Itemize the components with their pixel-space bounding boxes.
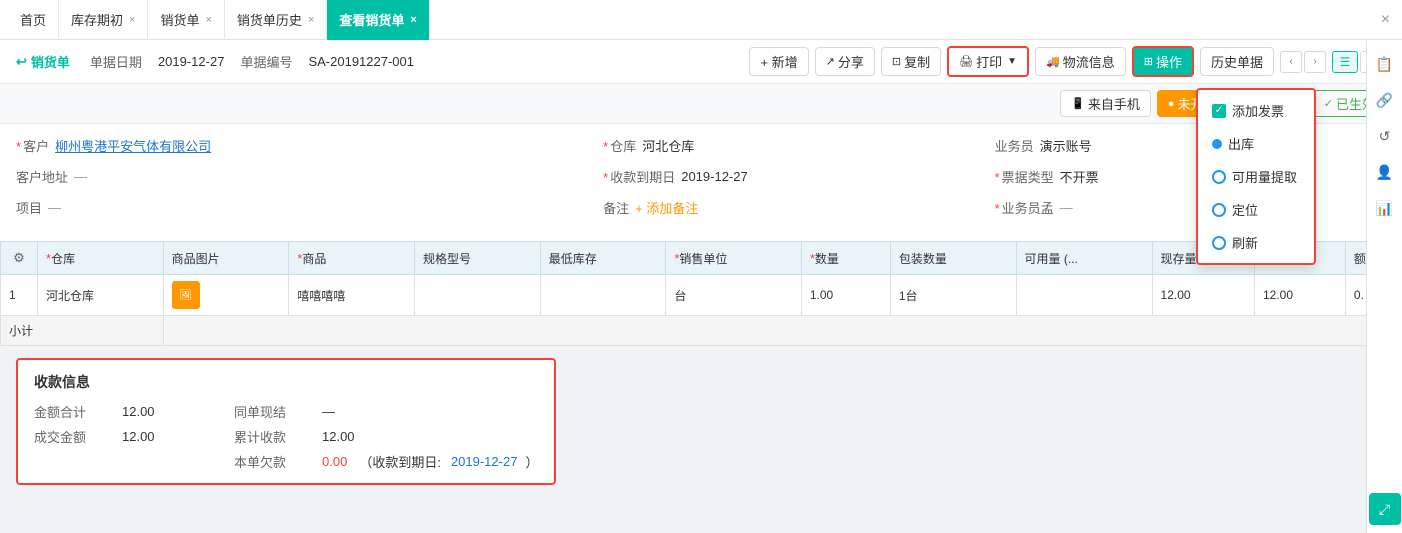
cell-available <box>1016 275 1152 316</box>
cell-spec <box>415 275 541 316</box>
window-close-button[interactable]: × <box>1381 11 1390 29</box>
payment-grid: 金额合计 12.00 同单现结 — 成交金额 12.00 累计收款 12.00 <box>34 402 538 471</box>
table-row: 1 河北仓库 🖼 嘻嘻嘻嘻 台 1.00 1台 12.00 12.00 0. <box>1 275 1402 316</box>
sales-staff-field: 业务员孟 — <box>995 198 1386 217</box>
col-warehouse: *仓库 <box>38 242 164 275</box>
form-row-2: 客户地址 — 收款到期日 2019-12-27 票据类型 不开票 <box>16 167 1386 186</box>
payment-section: 收款信息 金额合计 12.00 同单现结 — 成交金额 12.00 累计收款 1… <box>0 346 1402 493</box>
close-history-tab[interactable]: × <box>308 14 314 26</box>
col-quantity: *数量 <box>801 242 890 275</box>
operate-button[interactable]: ⊞ 操作 <box>1132 46 1194 77</box>
close-inventory-tab[interactable]: × <box>129 14 135 26</box>
form-row-1: 客户 柳州粤港平安气体有限公司 仓库 河北仓库 业务员 演示账号 <box>16 136 1386 155</box>
add-note-button[interactable]: + 添加备注 <box>635 198 698 217</box>
dropdown-out-warehouse[interactable]: 出库 <box>1198 127 1314 160</box>
col-pack-qty: 包装数量 <box>890 242 1016 275</box>
tab-view-sales[interactable]: 查看销货单 × <box>327 0 429 40</box>
cell-stock: 12.00 <box>1152 275 1254 316</box>
cell-warehouse: 河北仓库 <box>38 275 164 316</box>
col-product: *商品 <box>289 242 415 275</box>
new-button[interactable]: + 新增 <box>749 47 808 76</box>
product-image: 🖼 <box>172 281 200 309</box>
subtotal-row: 小计 <box>1 316 1402 346</box>
col-gear: ⚙ <box>1 242 38 275</box>
project-field: 项目 — <box>16 198 603 217</box>
cell-product-img: 🖼 <box>163 275 289 316</box>
circle-icon-2 <box>1212 203 1226 217</box>
sidebar-expand-icon[interactable]: ⤢ <box>1369 493 1401 525</box>
sidebar-chart-icon[interactable]: 📊 <box>1369 192 1401 224</box>
history-button[interactable]: 历史单据 <box>1200 47 1274 76</box>
sidebar-clipboard-icon[interactable]: 📋 <box>1369 48 1401 80</box>
tab-sales-history[interactable]: 销货单历史 × <box>225 0 327 40</box>
col-product-img: 商品图片 <box>163 242 289 275</box>
operate-dropdown: ✓ 添加发票 出库 可用量提取 定位 刷新 <box>1196 88 1316 265</box>
subtotal-values <box>163 316 1401 346</box>
cell-unit-price: 12.00 <box>1254 275 1345 316</box>
col-sales-unit: *销售单位 <box>666 242 801 275</box>
dropdown-refresh[interactable]: 刷新 <box>1198 226 1314 259</box>
pay-row-settle: 同单现结 — <box>234 402 538 421</box>
pay-row-collected: 累计收款 12.00 <box>234 427 538 446</box>
cell-sales-unit: 台 <box>666 275 801 316</box>
product-table: ⚙ *仓库 商品图片 *商品 规格型号 最低库存 *销售单位 *数量 包装数量 … <box>0 241 1402 346</box>
right-sidebar: 📋 🔗 ↺ 👤 📊 ⤢ <box>1366 40 1402 533</box>
print-button[interactable]: 🖨 打印 ▼ <box>947 46 1029 77</box>
pay-row-total: 金额合计 12.00 <box>34 402 234 421</box>
nav-arrows: ‹ › <box>1280 51 1326 73</box>
circle-icon-3 <box>1212 236 1226 250</box>
logistics-button[interactable]: 🚚 物流信息 <box>1035 47 1126 76</box>
cell-quantity: 1.00 <box>801 275 890 316</box>
doc-type: ↩ 销货单 <box>16 52 70 71</box>
sidebar-link-icon[interactable]: 🔗 <box>1369 84 1401 116</box>
cell-seq: 1 <box>1 275 38 316</box>
doc-meta: 单据日期 2019-12-27 单据编号 SA-20191227-001 <box>90 52 750 71</box>
secondary-toolbar: 📱 来自手机 ● 未开票 ✓ 已核销 ✓ 已生效 <box>0 84 1402 124</box>
next-arrow[interactable]: › <box>1304 51 1326 73</box>
close-view-tab[interactable]: × <box>410 14 416 26</box>
top-nav: 首页 库存期初 × 销货单 × 销货单历史 × 查看销货单 × × <box>0 0 1402 40</box>
tab-sales-order[interactable]: 销货单 × <box>148 0 224 40</box>
col-min-stock: 最低库存 <box>540 242 666 275</box>
dropdown-add-invoice[interactable]: ✓ 添加发票 <box>1198 94 1314 127</box>
cell-pack-qty: 1台 <box>890 275 1016 316</box>
cell-min-stock <box>540 275 666 316</box>
toolbar: + 新增 ↗ 分享 ⊡ 复制 🖨 打印 ▼ 🚚 物流信息 ⊞ 操作 <box>749 46 1386 77</box>
col-spec: 规格型号 <box>415 242 541 275</box>
customer-field: 客户 柳州粤港平安气体有限公司 <box>16 136 603 155</box>
payment-date-field: 收款到期日 2019-12-27 <box>603 167 994 186</box>
pay-row-deal: 成交金额 12.00 <box>34 427 234 446</box>
payment-title: 收款信息 <box>34 372 538 392</box>
address-field: 客户地址 — <box>16 167 603 186</box>
tab-inventory[interactable]: 库存期初 × <box>59 0 148 40</box>
sidebar-user-icon[interactable]: 👤 <box>1369 156 1401 188</box>
share-button[interactable]: ↗ 分享 <box>815 47 875 76</box>
note-field: 备注 + 添加备注 <box>603 198 994 217</box>
form-area: 客户 柳州粤港平安气体有限公司 仓库 河北仓库 业务员 演示账号 客户地址 — … <box>0 124 1402 241</box>
staff-field: 业务员 演示账号 <box>995 136 1386 155</box>
prev-arrow[interactable]: ‹ <box>1280 51 1302 73</box>
copy-button[interactable]: ⊡ 复制 <box>881 47 941 76</box>
gear-icon[interactable]: ⚙ <box>9 248 29 268</box>
dropdown-locate[interactable]: 定位 <box>1198 193 1314 226</box>
payment-box: 收款信息 金额合计 12.00 同单现结 — 成交金额 12.00 累计收款 1… <box>16 358 556 485</box>
col-available: 可用量 (... <box>1016 242 1152 275</box>
list-view-btn[interactable]: ☰ <box>1332 51 1358 73</box>
dot-blue-icon <box>1212 139 1222 149</box>
tab-home[interactable]: 首页 <box>8 0 59 40</box>
form-row-3: 项目 — 备注 + 添加备注 业务员孟 — <box>16 198 1386 217</box>
phone-button[interactable]: 📱 来自手机 <box>1060 90 1151 117</box>
warehouse-field: 仓库 河北仓库 <box>603 136 994 155</box>
close-sales-tab[interactable]: × <box>205 14 211 26</box>
sidebar-undo-icon[interactable]: ↺ <box>1369 120 1401 152</box>
subtotal-label: 小计 <box>1 316 164 346</box>
cell-product: 嘻嘻嘻嘻 <box>289 275 415 316</box>
ticket-field: 票据类型 不开票 <box>995 167 1386 186</box>
check-icon: ✓ <box>1212 104 1226 118</box>
dropdown-available-qty[interactable]: 可用量提取 <box>1198 160 1314 193</box>
pay-row-owed: 本单欠款 0.00 （收款到期日: 2019-12-27 ） <box>234 452 538 471</box>
circle-icon-1 <box>1212 170 1226 184</box>
sub-header: ↩ 销货单 单据日期 2019-12-27 单据编号 SA-20191227-0… <box>0 40 1402 84</box>
